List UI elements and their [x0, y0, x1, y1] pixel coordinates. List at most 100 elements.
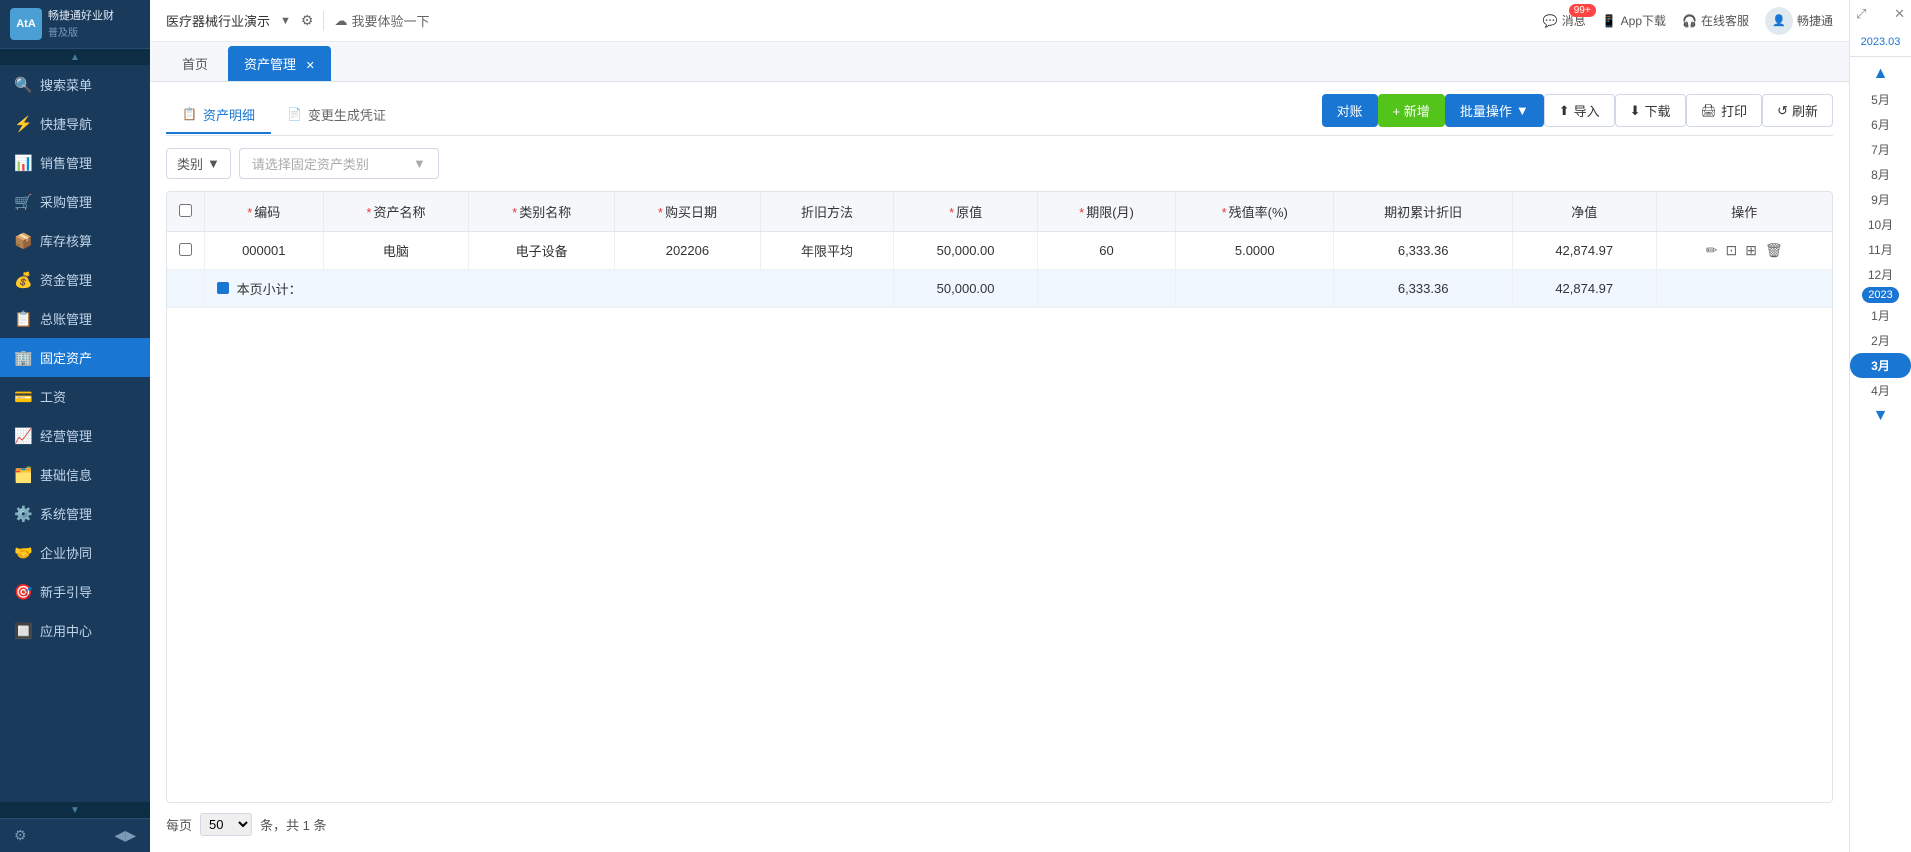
- enterprise-icon: 🤝: [14, 544, 32, 562]
- category-filter-input[interactable]: 请选择固定资产类别 ▼: [239, 148, 439, 179]
- th-net-value: 净值: [1512, 192, 1656, 232]
- select-all-checkbox[interactable]: [179, 204, 192, 217]
- refresh-icon: ↺: [1777, 103, 1788, 119]
- search-icon: 🔍: [14, 76, 32, 94]
- tab-home[interactable]: 首页: [166, 46, 224, 81]
- per-page-select[interactable]: 50 10 20 100: [200, 813, 252, 836]
- row-residual-rate: 5.0000: [1176, 232, 1334, 270]
- subtotal-accumulated-depreciation: 6,333.36: [1334, 270, 1513, 308]
- month-10[interactable]: 10月: [1850, 212, 1911, 237]
- month-2[interactable]: 2月: [1850, 328, 1911, 353]
- panel-expand-icon[interactable]: ⤢: [1856, 6, 1866, 22]
- fixed-assets-icon: 🏢: [14, 349, 32, 367]
- category-filter-select[interactable]: 类别 ▼: [166, 148, 231, 179]
- copy-button[interactable]: ⊡: [1726, 242, 1738, 259]
- filter-bar: 类别 ▼ 请选择固定资产类别 ▼: [166, 148, 1833, 179]
- sidebar-item-guide[interactable]: 🎯 新手引导: [0, 572, 150, 611]
- panel-nav-down[interactable]: ▼: [1873, 407, 1889, 425]
- delete-button[interactable]: 🗑: [1765, 242, 1783, 259]
- print-button[interactable]: 🖨 打印: [1686, 94, 1763, 127]
- sidebar-scroll-up[interactable]: ▲: [0, 49, 150, 65]
- sidebar-item-finance[interactable]: 💰 资金管理: [0, 260, 150, 299]
- subtabs: 📋 资产明细 📄 变更生成凭证 对账 + 新增 批量操作 ▼ ⬆ 导入: [166, 94, 1833, 136]
- reconcile-button[interactable]: 对账: [1322, 94, 1378, 127]
- sidebar-scroll-down[interactable]: ▼: [0, 802, 150, 818]
- th-category: *类别名称: [469, 192, 615, 232]
- inventory-icon: 📦: [14, 232, 32, 250]
- customer-service-button[interactable]: 🎧 在线客服: [1682, 12, 1749, 29]
- company-dropdown-icon[interactable]: ▼: [280, 15, 291, 27]
- sidebar-item-payroll[interactable]: 💳 工资: [0, 377, 150, 416]
- download-icon: 📱: [1602, 14, 1617, 28]
- table-row: 000001 电脑 电子设备 202206 年限平均 50,000.00 60 …: [167, 232, 1832, 270]
- panel-close-icon[interactable]: ✕: [1894, 6, 1905, 22]
- topbar-gear-icon[interactable]: ⚙: [301, 12, 314, 29]
- month-12[interactable]: 12月: [1850, 262, 1911, 287]
- sidebar-item-system[interactable]: ⚙️ 系统管理: [0, 494, 150, 533]
- tab-close-icon[interactable]: ✕: [306, 60, 315, 72]
- month-8[interactable]: 8月: [1850, 162, 1911, 187]
- tabbar: 首页 资产管理 ✕: [150, 42, 1849, 82]
- month-4[interactable]: 4月: [1850, 378, 1911, 403]
- sidebar-item-enterprise[interactable]: 🤝 企业协同: [0, 533, 150, 572]
- sidebar-item-quick-nav[interactable]: ⚡ 快捷导航: [0, 104, 150, 143]
- batch-button[interactable]: 批量操作 ▼: [1445, 94, 1544, 127]
- quicknav-icon: ⚡: [14, 115, 32, 133]
- more-button[interactable]: ⊞: [1745, 242, 1757, 259]
- month-7[interactable]: 7月: [1850, 137, 1911, 162]
- edit-button[interactable]: ✏: [1706, 242, 1718, 259]
- sidebar-item-fixed-assets[interactable]: 🏢 固定资产: [0, 338, 150, 377]
- sales-icon: 📊: [14, 154, 32, 172]
- sidebar-item-sales[interactable]: 📊 销售管理: [0, 143, 150, 182]
- panel-nav-up[interactable]: ▲: [1873, 65, 1889, 83]
- download-button[interactable]: ⬇ 下载: [1615, 94, 1686, 127]
- month-5[interactable]: 5月: [1850, 87, 1911, 112]
- filter-select-arrow: ▼: [207, 156, 220, 171]
- system-icon: ⚙️: [14, 505, 32, 523]
- collapse-icon[interactable]: ◀▶: [114, 827, 136, 844]
- sidebar-item-purchase[interactable]: 🛒 采购管理: [0, 182, 150, 221]
- service-icon: 🎧: [1682, 14, 1697, 28]
- logo-text: 畅捷通好业财: [48, 9, 114, 23]
- action-buttons: ✏ ⊡ ⊞ 🗑: [1669, 242, 1820, 259]
- sidebar-logo: AtA 畅捷通好业财 普及版: [0, 0, 150, 49]
- sidebar-item-operations[interactable]: 📈 经营管理: [0, 416, 150, 455]
- th-checkbox: [167, 192, 205, 232]
- th-code: *编码: [205, 192, 324, 232]
- tab-asset-mgmt[interactable]: 资产管理 ✕: [228, 46, 331, 81]
- month-6[interactable]: 6月: [1850, 112, 1911, 137]
- row-asset-name: 电脑: [323, 232, 469, 270]
- row-actions: ✏ ⊡ ⊞ 🗑: [1656, 232, 1832, 270]
- sidebar-item-search[interactable]: 🔍 搜索菜单: [0, 65, 150, 104]
- cloud-icon: ☁: [334, 13, 347, 29]
- notification-button[interactable]: 💬 消息 99+: [1543, 12, 1586, 29]
- th-residual-rate: *残值率(%): [1176, 192, 1334, 232]
- app-download-button[interactable]: 📱 App下载: [1602, 12, 1666, 29]
- row-select-checkbox[interactable]: [179, 243, 192, 256]
- sidebar-item-app-center[interactable]: 🔲 应用中心: [0, 611, 150, 650]
- import-icon: ⬆: [1559, 103, 1570, 119]
- add-button[interactable]: + 新增: [1378, 94, 1445, 127]
- subtab-change-voucher[interactable]: 📄 变更生成凭证: [271, 97, 402, 134]
- company-name: 医疗器械行业演示: [166, 11, 270, 30]
- subtotal-original-value: 50,000.00: [894, 270, 1038, 308]
- filter-input-arrow: ▼: [413, 156, 426, 171]
- import-button[interactable]: ⬆ 导入: [1544, 94, 1615, 127]
- basics-icon: 🗂️: [14, 466, 32, 484]
- month-3-current[interactable]: 3月: [1850, 353, 1911, 378]
- asset-detail-icon: 📋: [182, 107, 197, 121]
- month-9[interactable]: 9月: [1850, 187, 1911, 212]
- notification-badge: 99+: [1569, 4, 1596, 17]
- topbar-actions: 💬 消息 99+ 📱 App下载 🎧 在线客服 👤 畅捷通: [1543, 7, 1833, 35]
- month-11[interactable]: 11月: [1850, 237, 1911, 262]
- subtab-asset-detail[interactable]: 📋 资产明细: [166, 97, 271, 134]
- user-menu[interactable]: 👤 畅捷通: [1765, 7, 1833, 35]
- month-1[interactable]: 1月: [1850, 303, 1911, 328]
- sidebar-item-inventory[interactable]: 📦 库存核算: [0, 221, 150, 260]
- sidebar-item-basics[interactable]: 🗂️ 基础信息: [0, 455, 150, 494]
- refresh-button[interactable]: ↺ 刷新: [1762, 94, 1833, 127]
- sidebar-item-ledger[interactable]: 📋 总账管理: [0, 299, 150, 338]
- payroll-icon: 💳: [14, 388, 32, 406]
- settings-icon[interactable]: ⚙: [14, 827, 27, 844]
- right-panel: ✕ ⤢ 2023.03 ▲ 5月 6月 7月 8月 9月 10月 11月 12月…: [1849, 0, 1911, 852]
